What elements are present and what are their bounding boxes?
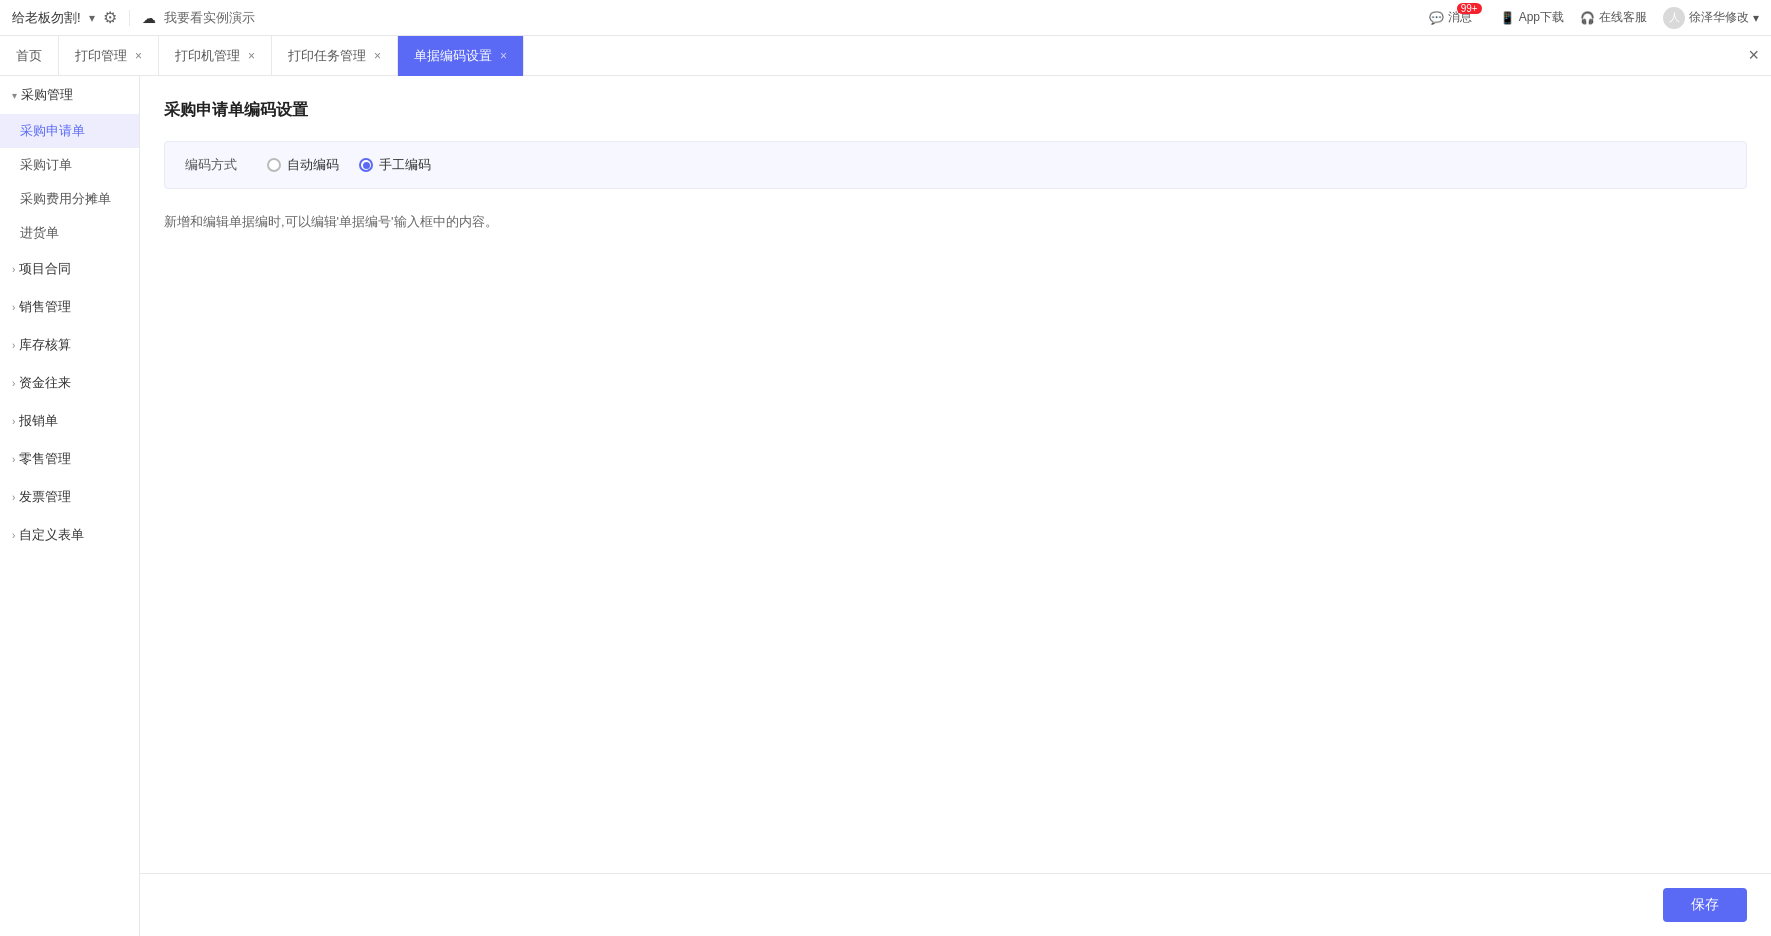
footer: 保存 bbox=[140, 873, 1771, 936]
message-badge: 99+ bbox=[1457, 3, 1482, 14]
tab-home[interactable]: 首页 bbox=[0, 36, 59, 76]
fund-group-label: 资金往来 bbox=[19, 374, 71, 392]
top-bar-left: 给老板勿割! ▾ ⚙ ☁ 我要看实例演示 bbox=[12, 8, 255, 27]
radio-group: 自动编码 手工编码 bbox=[267, 156, 431, 174]
user-dropdown-icon: ▾ bbox=[1753, 11, 1759, 25]
message-icon: 💬 bbox=[1429, 11, 1444, 25]
radio-manual-circle bbox=[359, 158, 373, 172]
sidebar-group-inventory-header[interactable]: › 库存核算 bbox=[0, 326, 139, 364]
encoding-label: 编码方式 bbox=[185, 156, 237, 174]
sidebar-group-sales-header[interactable]: › 销售管理 bbox=[0, 288, 139, 326]
invoice-group-arrow: › bbox=[12, 492, 15, 503]
tab-bill-code[interactable]: 单据编码设置 × bbox=[398, 36, 524, 76]
user-menu[interactable]: 人 徐泽华修改 ▾ bbox=[1663, 7, 1759, 29]
sidebar-group-project-header[interactable]: › 项目合同 bbox=[0, 250, 139, 288]
radio-auto-circle bbox=[267, 158, 281, 172]
settings-icon[interactable]: ⚙ bbox=[103, 8, 117, 27]
project-group-arrow: › bbox=[12, 264, 15, 275]
purchase-group-label: 采购管理 bbox=[21, 86, 73, 104]
dropdown-icon[interactable]: ▾ bbox=[89, 11, 95, 25]
sidebar-item-incoming[interactable]: 进货单 bbox=[0, 216, 139, 250]
close-bill-code-icon[interactable]: × bbox=[500, 49, 507, 63]
save-button[interactable]: 保存 bbox=[1663, 888, 1747, 922]
sidebar-item-incoming-label: 进货单 bbox=[20, 225, 59, 240]
app-download-button[interactable]: 📱 App下载 bbox=[1500, 9, 1564, 26]
sidebar-item-purchase-expense[interactable]: 采购费用分摊单 bbox=[0, 182, 139, 216]
sidebar-item-purchase-order-label: 采购订单 bbox=[20, 157, 72, 172]
sales-group-label: 销售管理 bbox=[19, 298, 71, 316]
demo-link[interactable]: 我要看实例演示 bbox=[164, 9, 255, 27]
content-spacer bbox=[140, 499, 1771, 874]
sales-group-arrow: › bbox=[12, 302, 15, 313]
user-name: 徐泽华修改 bbox=[1689, 9, 1749, 26]
sidebar-group-purchase-header[interactable]: ▾ 采购管理 bbox=[0, 76, 139, 114]
online-service-button[interactable]: 🎧 在线客服 bbox=[1580, 9, 1647, 26]
close-print-mgmt-icon[interactable]: × bbox=[135, 49, 142, 63]
fund-group-arrow: › bbox=[12, 378, 15, 389]
description-text: 新增和编辑单据编时,可以编辑'单据编号'输入框中的内容。 bbox=[164, 205, 1747, 239]
sidebar-item-purchase-request[interactable]: 采购申请单 bbox=[0, 114, 139, 148]
return-group-label: 报销单 bbox=[19, 412, 58, 430]
layout: ▾ 采购管理 采购申请单 采购订单 采购费用分摊单 进货单 › 项目合同 › 销… bbox=[0, 76, 1771, 936]
page-title: 采购申请单编码设置 bbox=[164, 100, 1747, 121]
online-service-label: 在线客服 bbox=[1599, 9, 1647, 26]
tabs-bar: 首页 打印管理 × 打印机管理 × 打印任务管理 × 单据编码设置 × × bbox=[0, 36, 1771, 76]
avatar: 人 bbox=[1663, 7, 1685, 29]
tab-print-task-label: 打印任务管理 bbox=[288, 47, 366, 65]
close-printer-mgmt-icon[interactable]: × bbox=[248, 49, 255, 63]
custom-form-group-label: 自定义表单 bbox=[19, 526, 84, 544]
purchase-group-arrow: ▾ bbox=[12, 90, 17, 101]
tab-home-label: 首页 bbox=[16, 47, 42, 65]
tab-print-mgmt-label: 打印管理 bbox=[75, 47, 127, 65]
close-tab-bar-button[interactable]: × bbox=[1736, 45, 1771, 66]
headset-icon: 🎧 bbox=[1580, 11, 1595, 25]
tab-bill-code-label: 单据编码设置 bbox=[414, 47, 492, 65]
tab-print-task[interactable]: 打印任务管理 × bbox=[272, 36, 398, 76]
radio-manual-encoding[interactable]: 手工编码 bbox=[359, 156, 431, 174]
retail-group-label: 零售管理 bbox=[19, 450, 71, 468]
sidebar-item-purchase-request-label: 采购申请单 bbox=[20, 123, 85, 138]
app-logo: 给老板勿割! bbox=[12, 9, 81, 27]
sidebar-item-purchase-order[interactable]: 采购订单 bbox=[0, 148, 139, 182]
project-group-label: 项目合同 bbox=[19, 260, 71, 278]
sidebar: ▾ 采购管理 采购申请单 采购订单 采购费用分摊单 进货单 › 项目合同 › 销… bbox=[0, 76, 140, 936]
top-bar: 给老板勿割! ▾ ⚙ ☁ 我要看实例演示 💬 消息 99+ 📱 App下载 🎧 … bbox=[0, 0, 1771, 36]
custom-form-group-arrow: › bbox=[12, 530, 15, 541]
app-download-label: App下载 bbox=[1519, 9, 1564, 26]
sidebar-group-fund-header[interactable]: › 资金往来 bbox=[0, 364, 139, 402]
sidebar-group-retail-header[interactable]: › 零售管理 bbox=[0, 440, 139, 478]
radio-auto-encoding[interactable]: 自动编码 bbox=[267, 156, 339, 174]
tab-print-mgmt[interactable]: 打印管理 × bbox=[59, 36, 159, 76]
return-group-arrow: › bbox=[12, 416, 15, 427]
main-content: 采购申请单编码设置 编码方式 自动编码 手工编码 bbox=[140, 76, 1771, 936]
retail-group-arrow: › bbox=[12, 454, 15, 465]
sidebar-group-purchase: ▾ 采购管理 采购申请单 采购订单 采购费用分摊单 进货单 bbox=[0, 76, 139, 250]
close-print-task-icon[interactable]: × bbox=[374, 49, 381, 63]
sidebar-group-invoice-header[interactable]: › 发票管理 bbox=[0, 478, 139, 516]
tab-printer-mgmt[interactable]: 打印机管理 × bbox=[159, 36, 272, 76]
invoice-group-label: 发票管理 bbox=[19, 488, 71, 506]
radio-manual-label: 手工编码 bbox=[379, 156, 431, 174]
tab-printer-mgmt-label: 打印机管理 bbox=[175, 47, 240, 65]
sidebar-item-purchase-expense-label: 采购费用分摊单 bbox=[20, 191, 111, 206]
message-button[interactable]: 💬 消息 99+ bbox=[1429, 9, 1472, 26]
sidebar-group-return-header[interactable]: › 报销单 bbox=[0, 402, 139, 440]
content-body: 采购申请单编码设置 编码方式 自动编码 手工编码 bbox=[140, 76, 1771, 499]
app-download-icon: 📱 bbox=[1500, 11, 1515, 25]
inventory-group-arrow: › bbox=[12, 340, 15, 351]
inventory-group-label: 库存核算 bbox=[19, 336, 71, 354]
divider bbox=[129, 10, 130, 26]
sidebar-group-custom-form-header[interactable]: › 自定义表单 bbox=[0, 516, 139, 554]
encoding-section: 编码方式 自动编码 手工编码 bbox=[164, 141, 1747, 189]
cloud-icon: ☁ bbox=[142, 10, 156, 26]
radio-auto-label: 自动编码 bbox=[287, 156, 339, 174]
top-bar-right: 💬 消息 99+ 📱 App下载 🎧 在线客服 人 徐泽华修改 ▾ bbox=[1429, 7, 1759, 29]
